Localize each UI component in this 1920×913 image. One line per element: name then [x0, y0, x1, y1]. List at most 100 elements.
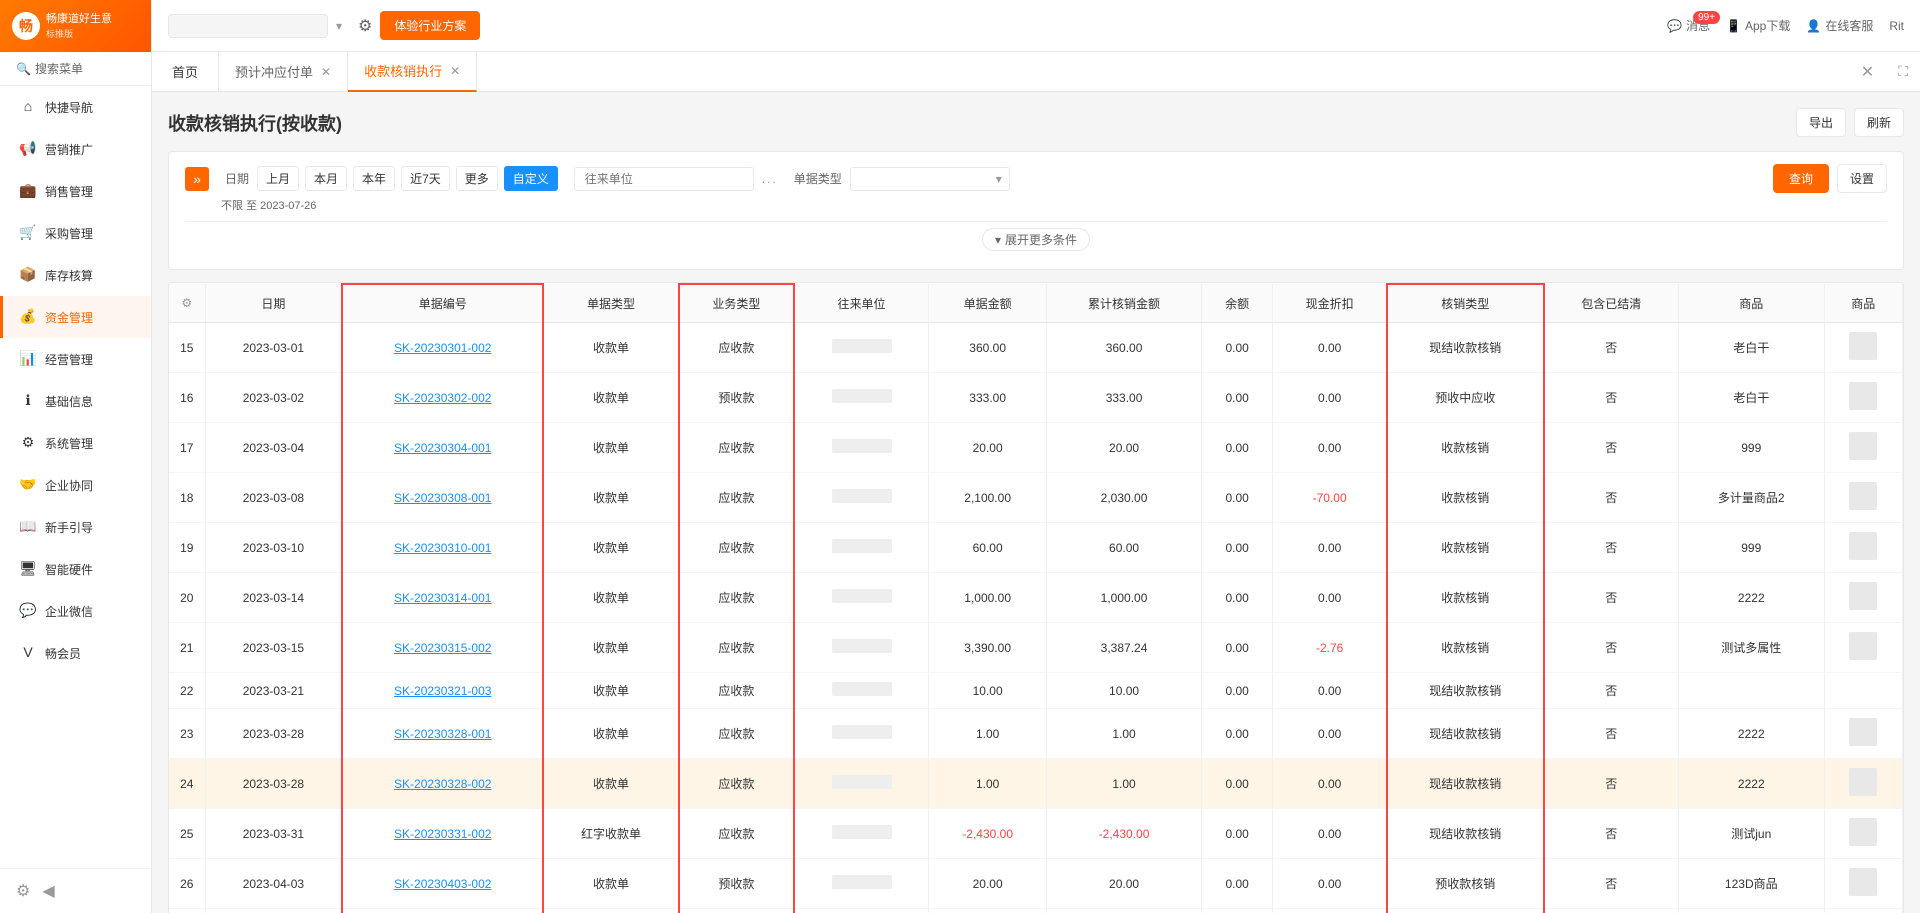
tab-prepay-close-icon[interactable]: ✕	[321, 65, 331, 79]
date-7days[interactable]: 近7天	[401, 166, 450, 191]
user-label: Rit	[1889, 19, 1904, 33]
voucher-type-label: 单据类型	[794, 170, 842, 187]
date-custom[interactable]: 自定义	[504, 166, 558, 191]
export-btn[interactable]: 导出	[1796, 108, 1846, 137]
th-settings[interactable]: ⚙	[169, 284, 205, 323]
th-balance[interactable]: 余额	[1202, 284, 1273, 323]
table-row[interactable]: 212023-03-15SK-20230315-002收款单应收款3,390.0…	[169, 623, 1903, 673]
logo-text: 畅康道好生意	[46, 12, 112, 26]
online-service-btn[interactable]: 👤 在线客服	[1806, 17, 1873, 34]
topbar-gear-icon[interactable]: ⚙	[358, 16, 372, 36]
sidebar-item-sales[interactable]: 💼 销售管理	[0, 170, 151, 212]
service-label: 在线客服	[1825, 17, 1873, 34]
page-header: 收款核销执行(按收款) 导出 刷新	[168, 108, 1904, 137]
user-avatar[interactable]: Rit	[1889, 19, 1904, 33]
sidebar-search[interactable]: 🔍 搜索菜单	[0, 52, 151, 86]
sidebar-item-finance[interactable]: 💰 资金管理	[0, 296, 151, 338]
th-voucher-type[interactable]: 单据类型	[543, 284, 679, 323]
marketing-icon: 📢	[19, 140, 37, 158]
close-all-tabs-btn[interactable]: ✕	[1849, 62, 1886, 82]
tab-writeoff[interactable]: 收款核销执行 ✕	[348, 52, 477, 92]
sidebar-item-wechat[interactable]: 💬 企业微信	[0, 590, 151, 632]
filter-bar: » 日期 上月 本月 本年 近7天 更多 自定义 ...	[168, 151, 1904, 270]
table-row[interactable]: 192023-03-10SK-20230310-001收款单应收款60.0060…	[169, 523, 1903, 573]
table-row[interactable]: 182023-03-08SK-20230308-001收款单应收款2,100.0…	[169, 473, 1903, 523]
app-icon: 📱	[1726, 19, 1741, 33]
corp-collab-icon: 🤝	[19, 476, 37, 494]
topbar-search-input[interactable]	[168, 14, 328, 38]
sidebar-nav: ⌂ 快捷导航 📢 营销推广 💼 销售管理 🛒 采购管理 📦 库存核算 💰 资金管…	[0, 86, 151, 868]
corp-collab-label: 企业协同	[45, 477, 93, 494]
th-voucher-no[interactable]: 单据编号	[342, 284, 543, 323]
settings-footer-icon[interactable]: ⚙	[16, 881, 30, 901]
th-writeoff-type[interactable]: 核销类型	[1387, 284, 1544, 323]
expand-label: 展开更多条件	[1005, 231, 1077, 248]
collapse-icon[interactable]: ◀	[42, 881, 54, 901]
sidebar-item-purchase[interactable]: 🛒 采购管理	[0, 212, 151, 254]
partner-input[interactable]	[574, 167, 754, 191]
sidebar-item-member[interactable]: V 畅会员	[0, 632, 151, 674]
table-row[interactable]: 272023-04-08SK-20230408-001收款单应收款100.001…	[169, 909, 1903, 913]
expand-tabs-btn[interactable]: ⛶	[1886, 63, 1920, 80]
filter-toggle-btn[interactable]: »	[185, 167, 209, 191]
th-biz-type[interactable]: 业务类型	[679, 284, 794, 323]
th-writeoff-amount[interactable]: 累计核销金额	[1047, 284, 1202, 323]
table-row[interactable]: 202023-03-14SK-20230314-001收款单应收款1,000.0…	[169, 573, 1903, 623]
hardware-label: 智能硬件	[45, 561, 93, 578]
operations-icon: 📊	[19, 350, 37, 368]
app-download-btn[interactable]: 📱 App下载	[1726, 17, 1790, 34]
th-date[interactable]: 日期	[205, 284, 342, 323]
finance-label: 资金管理	[45, 309, 93, 326]
table-row[interactable]: 162023-03-02SK-20230302-002收款单预收款333.003…	[169, 373, 1903, 423]
table-row[interactable]: 262023-04-03SK-20230403-002收款单预收款20.0020…	[169, 859, 1903, 909]
member-label: 畅会员	[45, 645, 81, 662]
operations-label: 经营管理	[45, 351, 93, 368]
sidebar-item-marketing[interactable]: 📢 营销推广	[0, 128, 151, 170]
table-row[interactable]: 242023-03-28SK-20230328-002收款单应收款1.001.0…	[169, 759, 1903, 809]
refresh-btn[interactable]: 刷新	[1854, 108, 1904, 137]
th-cash-discount[interactable]: 现金折扣	[1273, 284, 1387, 323]
inventory-icon: 📦	[19, 266, 37, 284]
hardware-icon: 🖥	[19, 560, 37, 578]
tab-home[interactable]: 首页	[152, 52, 219, 92]
tab-writeoff-label: 收款核销执行	[364, 61, 442, 80]
th-partner[interactable]: 往来单位	[794, 284, 929, 323]
date-last-month[interactable]: 上月	[257, 166, 299, 191]
voucher-type-select[interactable]	[850, 167, 1010, 191]
th-include-settled[interactable]: 包含已结清	[1544, 284, 1679, 323]
table-row[interactable]: 152023-03-01SK-20230301-002收款单应收款360.003…	[169, 323, 1903, 373]
date-this-month[interactable]: 本月	[305, 166, 347, 191]
tab-writeoff-close-icon[interactable]: ✕	[450, 64, 460, 78]
table-row[interactable]: 252023-03-31SK-20230331-002红字收款单应收款-2,43…	[169, 809, 1903, 859]
sidebar-item-system[interactable]: ⚙ 系统管理	[0, 422, 151, 464]
sidebar-item-hardware[interactable]: 🖥 智能硬件	[0, 548, 151, 590]
tab-prepay[interactable]: 预计冲应付单 ✕	[219, 52, 348, 92]
filter-voucher-type-item: 单据类型	[794, 167, 1010, 191]
table-header-row: ⚙ 日期 单据编号 单据类型 业务类型 往来单位 单据金额 累计核销金额 余额 …	[169, 284, 1903, 323]
sidebar-item-operations[interactable]: 📊 经营管理	[0, 338, 151, 380]
message-btn[interactable]: 💬 消息 99+	[1667, 17, 1710, 34]
table-row[interactable]: 232023-03-28SK-20230328-001收款单应收款1.001.0…	[169, 709, 1903, 759]
sidebar-item-quick-nav[interactable]: ⌂ 快捷导航	[0, 86, 151, 128]
filter-settings-btn[interactable]: 设置	[1837, 164, 1887, 193]
sidebar-item-inventory[interactable]: 📦 库存核算	[0, 254, 151, 296]
th-product[interactable]: 商品	[1678, 284, 1824, 323]
expand-toggle-btn[interactable]: ▾ 展开更多条件	[982, 228, 1090, 251]
purchase-label: 采购管理	[45, 225, 93, 242]
date-more[interactable]: 更多	[456, 166, 498, 191]
tabs-bar: 首页 预计冲应付单 ✕ 收款核销执行 ✕ ✕ ⛶	[152, 52, 1920, 92]
table-row[interactable]: 222023-03-21SK-20230321-003收款单应收款10.0010…	[169, 673, 1903, 709]
basic-info-icon: ℹ	[19, 392, 37, 410]
industry-solution-btn[interactable]: 体验行业方案	[380, 11, 480, 40]
date-this-year[interactable]: 本年	[353, 166, 395, 191]
table-row[interactable]: 172023-03-04SK-20230304-001收款单应收款20.0020…	[169, 423, 1903, 473]
wechat-icon: 💬	[19, 602, 37, 620]
sidebar-item-basic-info[interactable]: ℹ 基础信息	[0, 380, 151, 422]
sidebar-item-guide[interactable]: 📖 新手引导	[0, 506, 151, 548]
query-btn[interactable]: 查询	[1773, 164, 1829, 193]
filter-date-item: 日期 上月 本月 本年 近7天 更多 自定义	[225, 166, 558, 191]
date-filter-label: 日期	[225, 170, 249, 187]
th-product2[interactable]: 商品	[1824, 284, 1902, 323]
th-amount[interactable]: 单据金额	[929, 284, 1047, 323]
sidebar-item-corp-collab[interactable]: 🤝 企业协同	[0, 464, 151, 506]
